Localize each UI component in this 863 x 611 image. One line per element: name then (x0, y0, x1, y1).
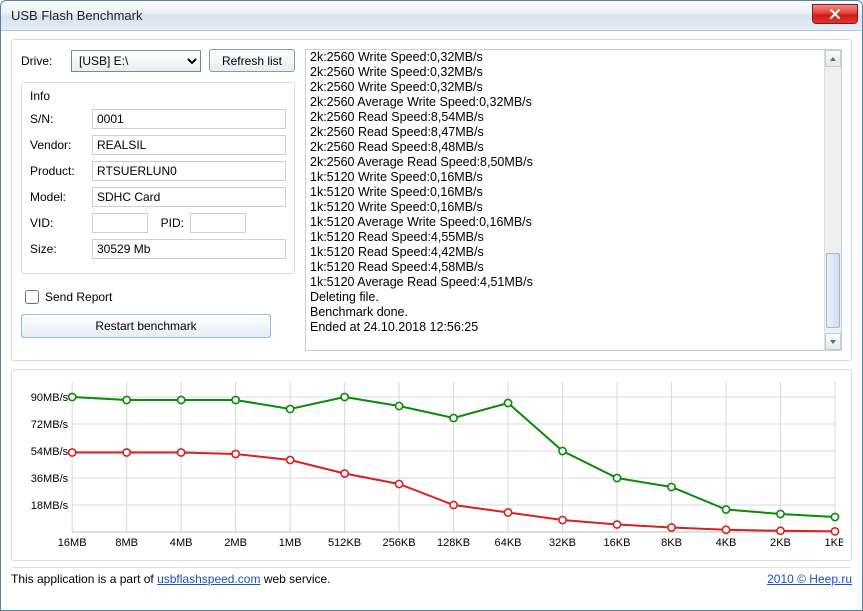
top-panel: Drive: [USB] E:\ Refresh list Info S/N: … (11, 39, 852, 361)
x-tick-label: 4KB (716, 537, 737, 549)
data-point (777, 527, 784, 534)
window-title: USB Flash Benchmark (11, 8, 812, 23)
sn-field[interactable] (92, 109, 286, 129)
scroll-down-icon[interactable] (825, 333, 841, 350)
y-tick-label: 54MB/s (31, 446, 69, 458)
close-icon (829, 8, 841, 20)
data-point (395, 480, 402, 487)
data-point (831, 513, 838, 520)
log-output: 2k:2560 Write Speed:0,32MB/s 2k:2560 Wri… (305, 49, 842, 351)
footer-prefix: This application is a part of (11, 572, 157, 586)
credit-link[interactable]: 2010 © Heep.ru (767, 572, 852, 586)
send-report-label: Send Report (45, 290, 112, 304)
model-label: Model: (30, 190, 86, 204)
footer: This application is a part of usbflashsp… (11, 567, 852, 586)
info-group: Info S/N: Vendor: Product: Model: (21, 82, 295, 274)
data-point (504, 399, 511, 406)
footer-suffix: web service. (264, 572, 331, 586)
y-tick-label: 18MB/s (31, 500, 69, 512)
x-tick-label: 8KB (661, 537, 682, 549)
x-tick-label: 1MB (279, 537, 302, 549)
y-tick-label: 72MB/s (31, 419, 69, 431)
data-point (178, 396, 185, 403)
y-tick-label: 36MB/s (31, 473, 69, 485)
chart-panel: 18MB/s 36MB/s 54MB/s 72MB/s 90MB/s 16MB 8MB 4MB… (11, 369, 852, 561)
vid-label: VID: (30, 216, 86, 230)
data-point (559, 516, 566, 523)
x-tick-label: 16MB (58, 537, 87, 549)
footer-link[interactable]: usbflashspeed.com (157, 572, 260, 586)
data-point (123, 396, 130, 403)
vendor-field[interactable] (92, 135, 286, 155)
x-tick-label: 8MB (115, 537, 138, 549)
data-point (287, 456, 294, 463)
sn-label: S/N: (30, 112, 86, 126)
x-tick-label: 2KB (770, 537, 791, 549)
data-point (559, 447, 566, 454)
data-point (450, 501, 457, 508)
data-point (504, 509, 511, 516)
titlebar: USB Flash Benchmark (1, 1, 862, 31)
product-label: Product: (30, 164, 86, 178)
data-point (777, 510, 784, 517)
x-tick-label: 16KB (604, 537, 631, 549)
data-point (232, 450, 239, 457)
controls-column: Drive: [USB] E:\ Refresh list Info S/N: … (21, 49, 295, 351)
log-scrollbar[interactable] (824, 50, 841, 350)
data-point (722, 526, 729, 533)
x-tick-label: 1KB (825, 537, 843, 549)
size-label: Size: (30, 242, 86, 256)
data-point (613, 521, 620, 528)
data-point (178, 449, 185, 456)
pid-field[interactable] (190, 213, 246, 233)
data-point (395, 402, 402, 409)
restart-button[interactable]: Restart benchmark (21, 314, 271, 338)
data-point (341, 470, 348, 477)
vendor-label: Vendor: (30, 138, 86, 152)
data-point (287, 405, 294, 412)
x-tick-label: 2MB (224, 537, 247, 549)
x-tick-label: 256KB (383, 537, 416, 549)
data-point (232, 396, 239, 403)
product-field[interactable] (92, 161, 286, 181)
x-tick-label: 64KB (495, 537, 522, 549)
data-point (831, 528, 838, 535)
scroll-track[interactable] (825, 67, 841, 333)
data-point (341, 393, 348, 400)
x-tick-label: 4MB (170, 537, 193, 549)
data-point (722, 506, 729, 513)
speed-chart: 18MB/s 36MB/s 54MB/s 72MB/s 90MB/s 16MB 8MB 4MB… (20, 376, 843, 554)
x-tick-label: 512KB (328, 537, 361, 549)
model-field[interactable] (92, 187, 286, 207)
send-report-checkbox[interactable] (25, 290, 39, 304)
close-button[interactable] (812, 4, 858, 24)
data-point (668, 483, 675, 490)
data-point (450, 414, 457, 421)
refresh-button[interactable]: Refresh list (209, 49, 295, 72)
scroll-up-icon[interactable] (825, 50, 841, 67)
x-tick-label: 32KB (549, 537, 576, 549)
drive-label: Drive: (21, 54, 63, 68)
drive-select[interactable]: [USB] E:\ (71, 50, 201, 72)
data-point (613, 474, 620, 481)
data-point (69, 449, 76, 456)
vid-field[interactable] (92, 213, 148, 233)
scroll-thumb[interactable] (826, 253, 840, 327)
size-field[interactable] (92, 239, 286, 259)
data-point (668, 524, 675, 531)
log-lines: 2k:2560 Write Speed:0,32MB/s 2k:2560 Wri… (310, 50, 823, 350)
x-tick-label: 128KB (437, 537, 470, 549)
data-point (123, 449, 130, 456)
pid-label: PID: (154, 216, 184, 230)
info-header: Info (30, 89, 286, 103)
y-tick-label: 90MB/s (31, 392, 69, 404)
data-point (69, 393, 76, 400)
